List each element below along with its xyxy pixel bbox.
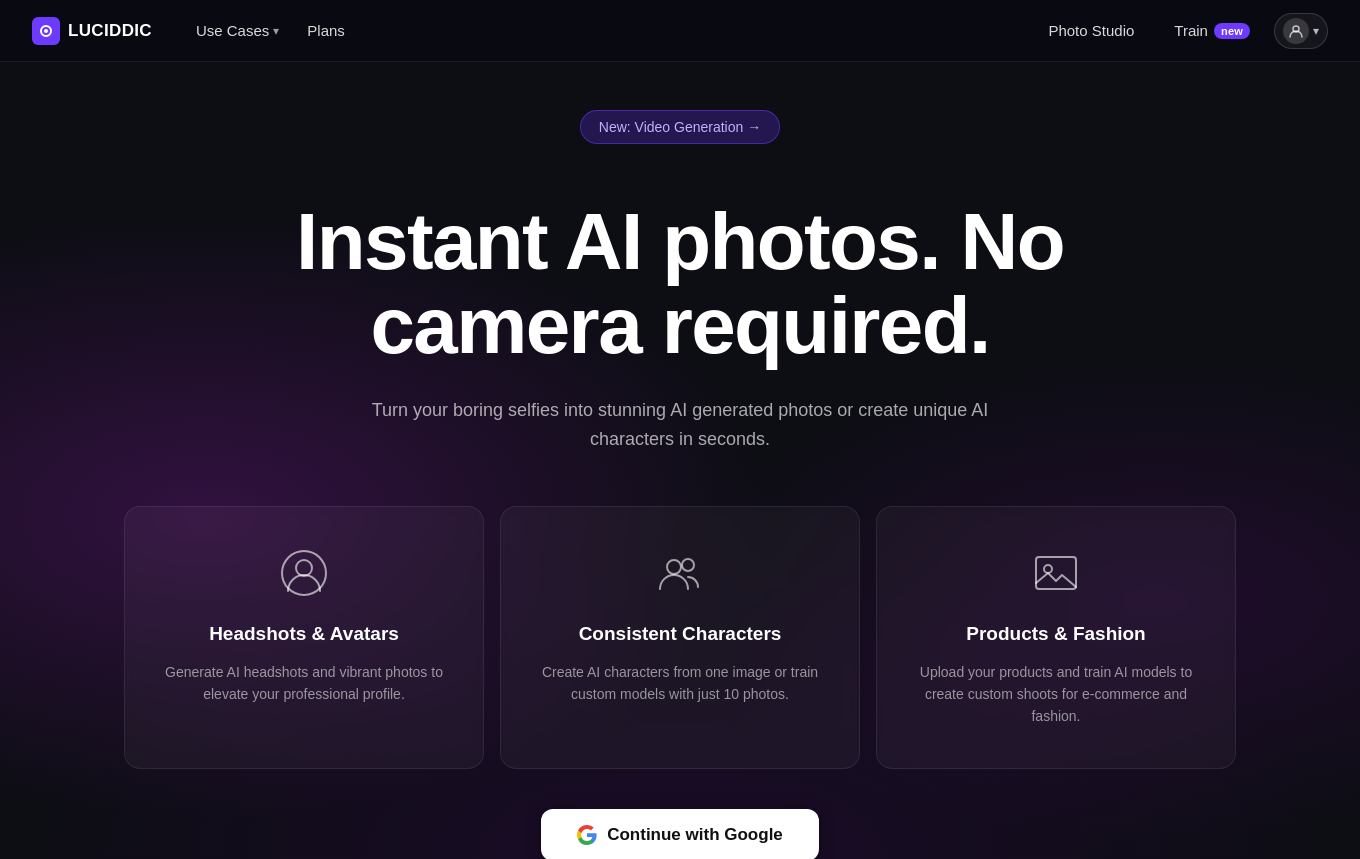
nav-user-menu[interactable]: ▾ [1274, 13, 1328, 49]
train-label: Train [1174, 22, 1208, 39]
card-characters: Consistent Characters Create AI characte… [500, 506, 860, 769]
navbar: LUCIDDIC Use Cases ▾ Plans Photo Studio … [0, 0, 1360, 62]
announcement-banner[interactable]: New: Video Generation → [580, 110, 780, 144]
person-circle-icon [278, 547, 330, 603]
nav-photo-studio[interactable]: Photo Studio [1032, 16, 1150, 45]
continue-with-google-button[interactable]: Continue with Google [541, 809, 819, 859]
people-icon [654, 547, 706, 603]
nav-right: Photo Studio Train new ▾ [1032, 13, 1328, 49]
svg-point-4 [296, 560, 312, 576]
train-new-badge: new [1214, 23, 1250, 39]
headshots-desc: Generate AI headshots and vibrant photos… [157, 661, 451, 706]
image-frame-icon [1030, 547, 1082, 603]
use-cases-label: Use Cases [196, 22, 269, 39]
logo-text: LUCIDDIC [68, 21, 152, 41]
characters-desc: Create AI characters from one image or t… [533, 661, 827, 706]
logo-icon [32, 17, 60, 45]
characters-title: Consistent Characters [579, 623, 782, 645]
svg-point-5 [667, 560, 681, 574]
plans-label: Plans [307, 22, 345, 39]
hero-heading: Instant AI photos. No camera required. [230, 200, 1130, 368]
avatar [1283, 18, 1309, 44]
nav-plans[interactable]: Plans [295, 16, 357, 45]
chevron-down-icon: ▾ [273, 24, 279, 38]
svg-rect-7 [1036, 557, 1076, 589]
google-button-label: Continue with Google [607, 825, 783, 845]
nav-use-cases[interactable]: Use Cases ▾ [184, 16, 291, 45]
svg-point-1 [44, 29, 48, 33]
card-headshots: Headshots & Avatars Generate AI headshot… [124, 506, 484, 769]
user-chevron-icon: ▾ [1313, 24, 1319, 38]
headshots-title: Headshots & Avatars [209, 623, 399, 645]
announcement-text: New: Video Generation → [599, 119, 761, 135]
products-title: Products & Fashion [966, 623, 1145, 645]
nav-links: Use Cases ▾ Plans [184, 16, 357, 45]
svg-point-6 [682, 559, 694, 571]
hero-subheading: Turn your boring selfies into stunning A… [370, 396, 990, 454]
google-icon [577, 825, 597, 845]
svg-point-8 [1044, 565, 1052, 573]
card-products: Products & Fashion Upload your products … [876, 506, 1236, 769]
nav-train[interactable]: Train new [1158, 16, 1266, 45]
products-desc: Upload your products and train AI models… [909, 661, 1203, 728]
feature-cards: Headshots & Avatars Generate AI headshot… [120, 506, 1240, 769]
logo[interactable]: LUCIDDIC [32, 17, 152, 45]
main-content: New: Video Generation → Instant AI photo… [0, 62, 1360, 859]
photo-studio-label: Photo Studio [1048, 22, 1134, 39]
nav-left: LUCIDDIC Use Cases ▾ Plans [32, 16, 357, 45]
